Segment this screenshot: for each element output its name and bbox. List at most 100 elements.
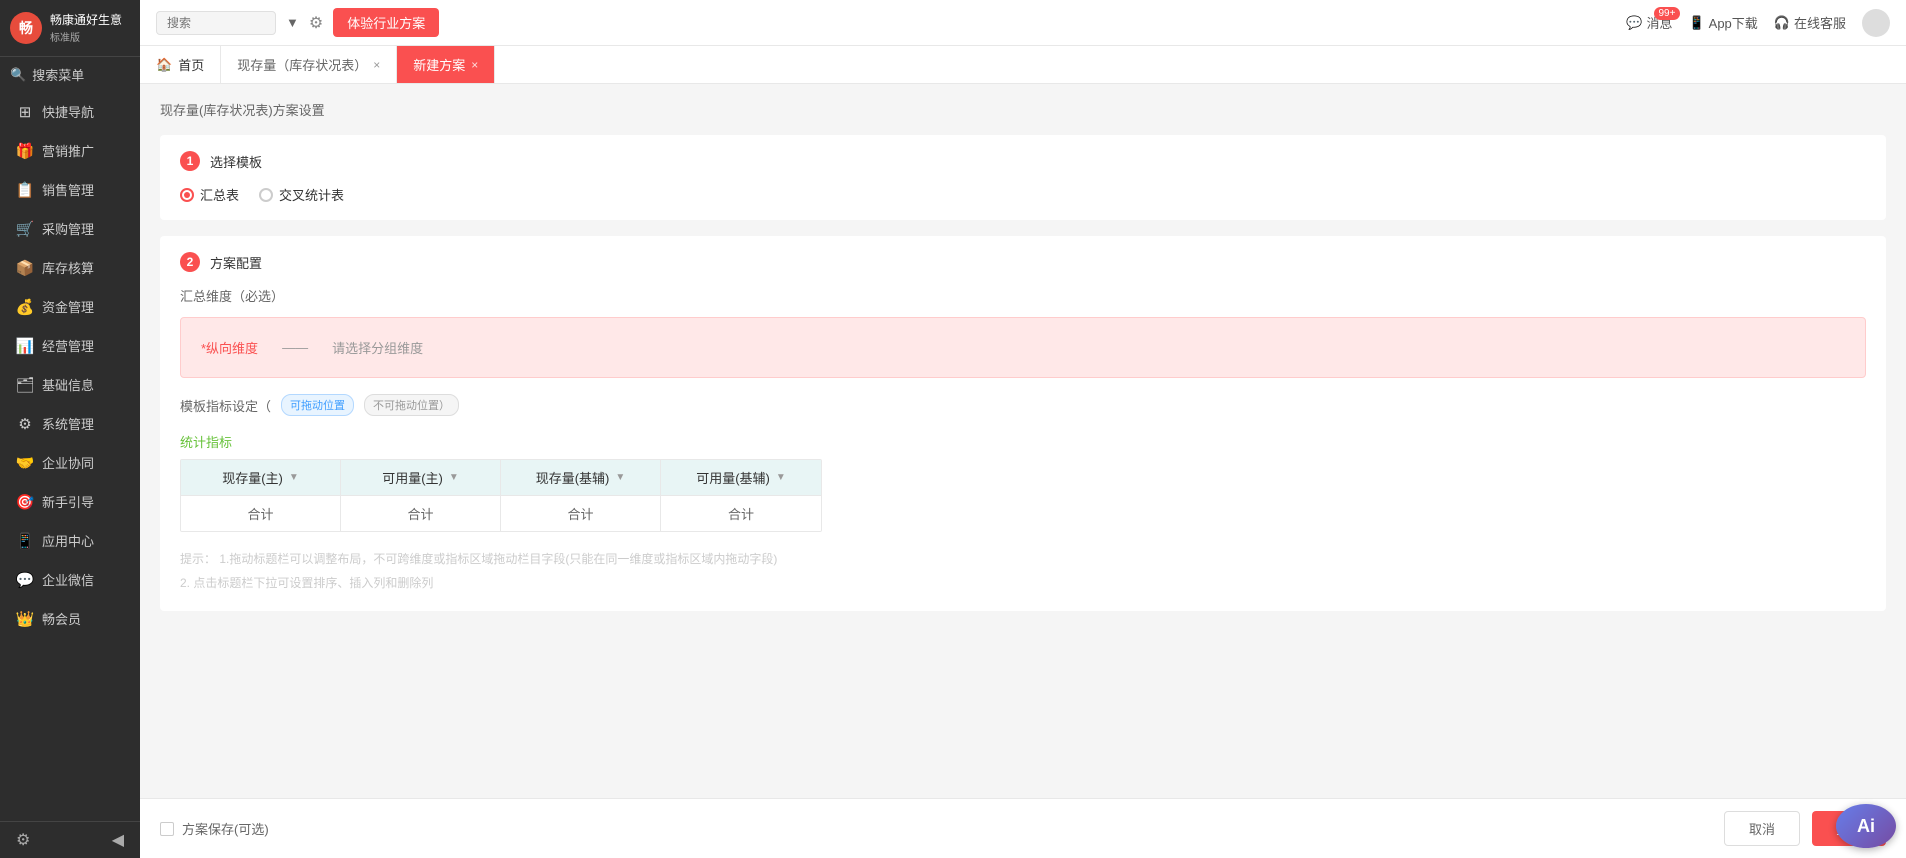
tab-home-label: 首页 xyxy=(178,55,204,74)
stats-table-body: 合计 合计 合计 合计 xyxy=(181,496,821,531)
sidebar-item-operation[interactable]: 📊 经营管理 xyxy=(0,326,140,365)
service-label: 在线客服 xyxy=(1794,13,1846,32)
stats-body-2: 合计 xyxy=(501,496,660,531)
sales-icon: 📋 xyxy=(16,181,34,199)
sidebar-logo: 畅 畅康通好生意 标准版 xyxy=(0,0,140,57)
phone-icon: 📱 xyxy=(1688,15,1704,31)
sidebar-item-label: 新手引导 xyxy=(42,492,94,511)
col2-dropdown-icon[interactable]: ▼ xyxy=(615,472,625,483)
step1-block: 1 选择模板 汇总表 交叉统计表 xyxy=(160,135,1886,220)
tab-inventory-close[interactable]: × xyxy=(373,58,380,72)
search-label: 搜索菜单 xyxy=(32,65,84,84)
app-center-icon: 📱 xyxy=(16,532,34,550)
indicator-label: 模板指标设定（ 可拖动位置 不可拖动位置） xyxy=(180,394,1866,416)
sidebar-item-purchase[interactable]: 🛒 采购管理 xyxy=(0,209,140,248)
msg-icon: 💬 xyxy=(1626,15,1642,31)
settings-icon[interactable]: ⚙ xyxy=(16,830,30,850)
msg-badge: 99+ xyxy=(1654,7,1681,20)
radio-summary-label: 汇总表 xyxy=(200,185,239,204)
step2-number: 2 xyxy=(180,252,200,272)
stats-header-2[interactable]: 现存量(基辅) ▼ xyxy=(501,460,660,496)
topbar-gear-icon[interactable]: ⚙ xyxy=(309,13,323,33)
sidebar-item-label: 企业协同 xyxy=(42,453,94,472)
topbar-search-input[interactable] xyxy=(156,11,276,35)
topbar-dropdown[interactable]: ▼ xyxy=(286,15,299,30)
industry-btn[interactable]: 体验行业方案 xyxy=(333,8,439,37)
ai-badge[interactable]: Ai xyxy=(1836,804,1896,848)
col0-dropdown-icon[interactable]: ▼ xyxy=(289,472,299,483)
stats-title: 统计指标 xyxy=(180,432,1866,451)
sidebar-item-app-center[interactable]: 📱 应用中心 xyxy=(0,521,140,560)
sidebar-item-wechat[interactable]: 💬 企业微信 xyxy=(0,560,140,599)
save-checkbox[interactable] xyxy=(160,822,174,836)
sound-icon[interactable]: ◀ xyxy=(112,830,124,850)
col1-dropdown-icon[interactable]: ▼ xyxy=(449,472,459,483)
step1-title: 选择模板 xyxy=(210,152,262,171)
tab-home[interactable]: 🏠 首页 xyxy=(140,46,221,83)
sidebar-item-quick-nav[interactable]: ⊞ 快捷导航 xyxy=(0,92,140,131)
stats-header-3[interactable]: 可用量(基辅) ▼ xyxy=(661,460,821,496)
tab-new-scheme[interactable]: 新建方案 × xyxy=(397,46,495,83)
app-download-button[interactable]: 📱 App下载 xyxy=(1688,13,1757,32)
stats-body-col-0: 合计 xyxy=(181,496,341,531)
user-avatar[interactable] xyxy=(1862,9,1890,37)
sidebar-item-inventory[interactable]: 📦 库存核算 xyxy=(0,248,140,287)
cancel-button[interactable]: 取消 xyxy=(1724,811,1800,846)
page-title: 现存量(库存状况表)方案设置 xyxy=(160,100,1886,119)
sidebar-item-label: 资金管理 xyxy=(42,297,94,316)
stats-body-0: 合计 xyxy=(181,496,340,531)
tab-inventory-status[interactable]: 现存量（库存状况表） × xyxy=(221,46,397,83)
dimension-area: *纵向维度 —— 请选择分组维度 xyxy=(180,317,1866,378)
non-draggable-badge: 不可拖动位置） xyxy=(364,394,459,416)
operation-icon: 📊 xyxy=(16,337,34,355)
step2-title: 方案配置 xyxy=(210,253,262,272)
stats-header-0[interactable]: 现存量(主) ▼ xyxy=(181,460,340,496)
step1-card: 1 选择模板 汇总表 交叉统计表 xyxy=(160,135,1886,220)
save-label: 方案保存(可选) xyxy=(182,819,269,838)
indicator-label-text: 模板指标设定（ xyxy=(180,396,271,415)
base-info-icon: 🗂 xyxy=(16,376,34,394)
col3-dropdown-icon[interactable]: ▼ xyxy=(776,472,786,483)
col1-label: 可用量(主) xyxy=(382,468,443,487)
sidebar-item-sales[interactable]: 📋 销售管理 xyxy=(0,170,140,209)
sidebar-item-label: 销售管理 xyxy=(42,180,94,199)
wechat-icon: 💬 xyxy=(16,571,34,589)
step2-card: 2 方案配置 汇总维度（必选） *纵向维度 —— 请选择分组维度 模板指标设定（… xyxy=(160,236,1886,611)
sidebar-item-label: 库存核算 xyxy=(42,258,94,277)
radio-summary-circle xyxy=(180,188,194,202)
ai-label: Ai xyxy=(1857,816,1875,837)
sidebar-item-member[interactable]: 👑 畅会员 xyxy=(0,599,140,638)
sidebar-item-cooperation[interactable]: 🤝 企业协同 xyxy=(0,443,140,482)
radio-summary[interactable]: 汇总表 xyxy=(180,185,239,204)
sidebar-nav: ⊞ 快捷导航 🎁 营销推广 📋 销售管理 🛒 采购管理 📦 库存核算 💰 资金管… xyxy=(0,92,140,821)
logo-icon: 畅 xyxy=(10,12,42,44)
tab-inventory-label: 现存量（库存状况表） xyxy=(237,55,367,74)
sidebar-search[interactable]: 🔍 搜索菜单 xyxy=(0,57,140,92)
sidebar-item-system[interactable]: ⚙ 系统管理 xyxy=(0,404,140,443)
sidebar-item-label: 经营管理 xyxy=(42,336,94,355)
radio-cross[interactable]: 交叉统计表 xyxy=(259,185,344,204)
col3-label: 可用量(基辅) xyxy=(696,468,770,487)
app-label: App下载 xyxy=(1709,13,1758,32)
sidebar-item-base-info[interactable]: 🗂 基础信息 xyxy=(0,365,140,404)
stats-col-3: 可用量(基辅) ▼ xyxy=(661,460,821,496)
step2-section: 2 方案配置 汇总维度（必选） *纵向维度 —— 请选择分组维度 模板指标设定（… xyxy=(160,236,1886,611)
col2-label: 现存量(基辅) xyxy=(536,468,610,487)
dim-placeholder[interactable]: 请选择分组维度 xyxy=(332,338,423,357)
sidebar-item-label: 营销推广 xyxy=(42,141,94,160)
stats-header-1[interactable]: 可用量(主) ▼ xyxy=(341,460,500,496)
stats-body-3: 合计 xyxy=(661,496,821,531)
sidebar: 畅 畅康通好生意 标准版 🔍 搜索菜单 ⊞ 快捷导航 🎁 营销推广 📋 销售管理… xyxy=(0,0,140,858)
sidebar-item-marketing[interactable]: 🎁 营销推广 xyxy=(0,131,140,170)
radio-cross-circle xyxy=(259,188,273,202)
stats-table-header: 现存量(主) ▼ 可用量(主) ▼ xyxy=(181,460,821,496)
sidebar-item-finance[interactable]: 💰 资金管理 xyxy=(0,287,140,326)
finance-icon: 💰 xyxy=(16,298,34,316)
online-service-button[interactable]: 🎧 在线客服 xyxy=(1774,13,1846,32)
sidebar-item-guide[interactable]: 🎯 新手引导 xyxy=(0,482,140,521)
msg-button[interactable]: 💬 消息 99+ xyxy=(1626,13,1672,32)
stats-col-2: 现存量(基辅) ▼ xyxy=(501,460,661,496)
tab-new-scheme-close[interactable]: × xyxy=(471,58,478,72)
template-radio-group: 汇总表 交叉统计表 xyxy=(180,185,1866,204)
member-icon: 👑 xyxy=(16,610,34,628)
